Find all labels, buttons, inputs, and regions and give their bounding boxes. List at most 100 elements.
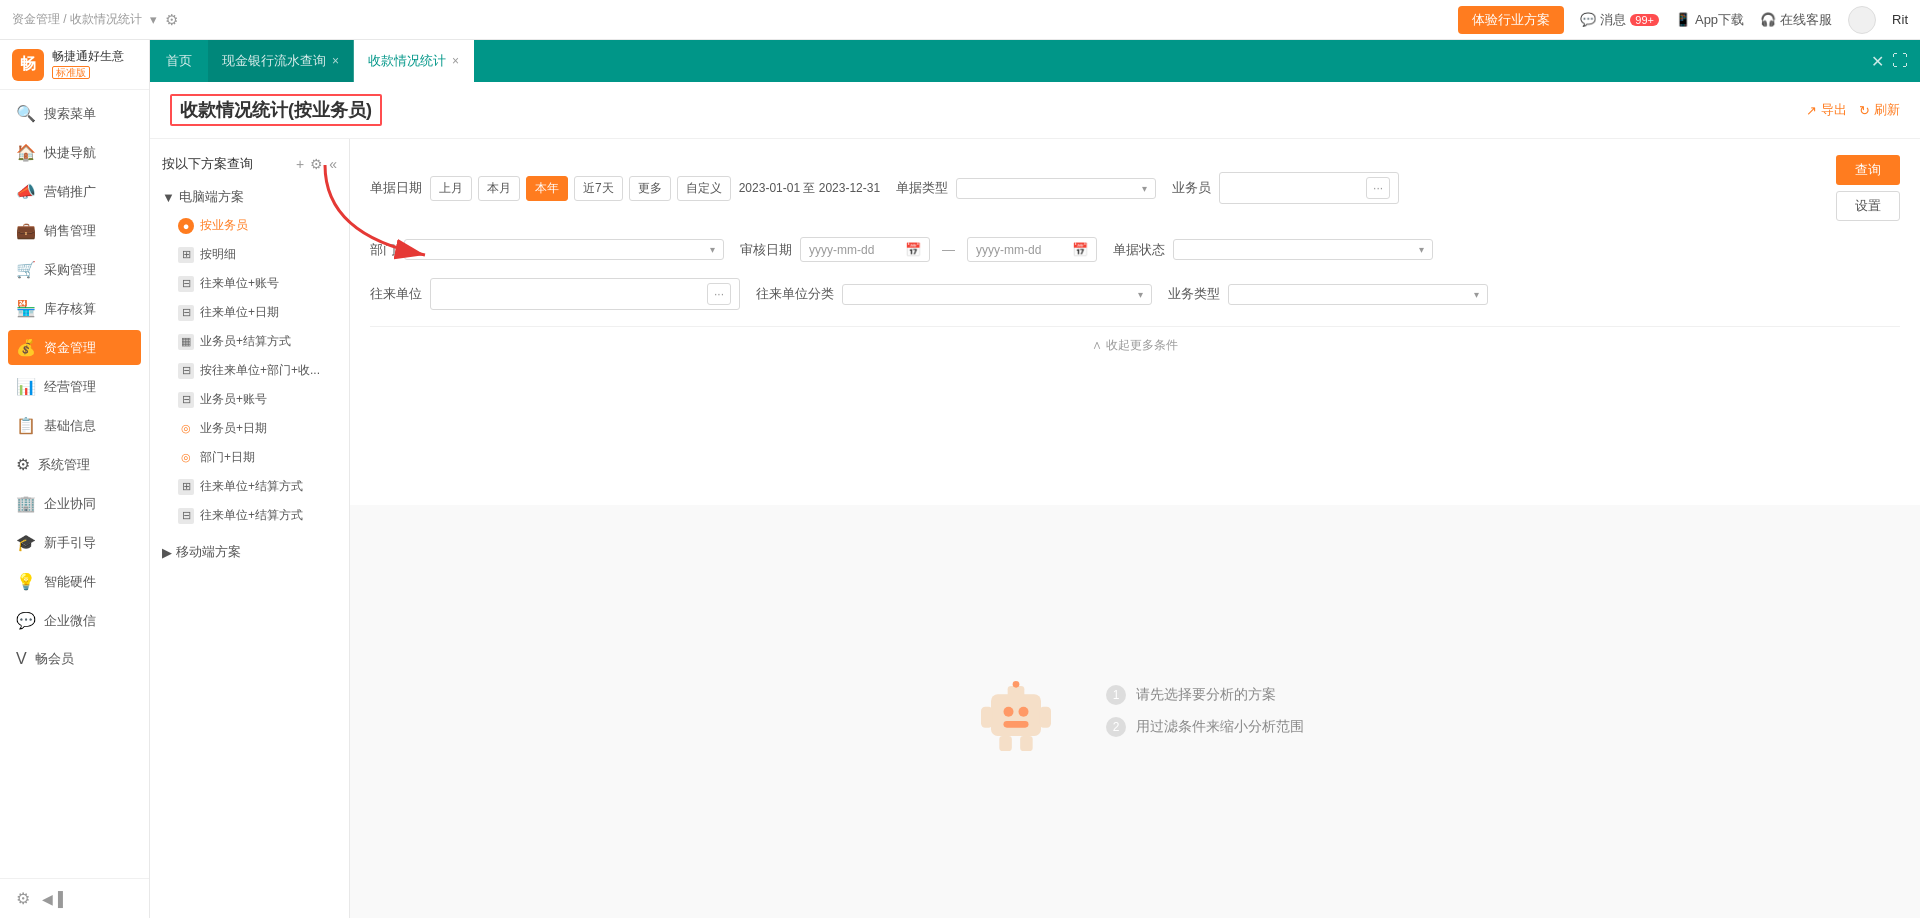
query-button[interactable]: 查询	[1836, 155, 1900, 185]
sidebar-item-shortcut[interactable]: 🏠 快捷导航	[0, 133, 149, 172]
app-download-item[interactable]: 📱 App下载	[1675, 11, 1744, 29]
scheme-item-salesman-payment[interactable]: ▦ 业务员+结算方式	[150, 327, 349, 356]
sidebar-item-marketing[interactable]: 📣 营销推广	[0, 172, 149, 211]
scheme-header: 按以下方案查询 + ⚙ «	[150, 149, 349, 179]
tree-section-mobile: ▶ 移动端方案	[150, 534, 349, 570]
settings-icon[interactable]: ⚙	[165, 11, 178, 29]
tab-collection-close[interactable]: ×	[452, 54, 459, 68]
export-button[interactable]: ↗ 导出	[1806, 101, 1847, 119]
salesman-more[interactable]: ···	[1366, 177, 1390, 199]
scheme-item-unit-payment2[interactable]: ⊟ 往来单位+结算方式	[150, 501, 349, 530]
page-content: 收款情况统计(按业务员) ↗ 导出 ↻ 刷新 按以下	[150, 82, 1920, 918]
scheme-item-dept-date[interactable]: ◎ 部门+日期	[150, 443, 349, 472]
tab-collection[interactable]: 收款情况统计 ×	[354, 40, 474, 82]
calendar-end-icon[interactable]: 📅	[1072, 242, 1088, 257]
tab-bar: 首页 现金银行流水查询 × 收款情况统计 × ✕ ⛶	[150, 40, 1920, 82]
sidebar-bottom: ⚙ ◀▐	[0, 878, 149, 918]
settings-bottom-icon[interactable]: ⚙	[16, 889, 30, 908]
tab-maximize-icon[interactable]: ⛶	[1892, 52, 1908, 70]
review-date-end-input[interactable]: yyyy-mm-dd 📅	[967, 237, 1097, 262]
filter-business-type: 业务类型 ▾	[1168, 284, 1488, 305]
date-btn-more[interactable]: 更多	[629, 176, 671, 201]
date-btn-this-month[interactable]: 本月	[478, 176, 520, 201]
scheme-item-unit-payment1[interactable]: ⊞ 往来单位+结算方式	[150, 472, 349, 501]
scheme-item-salesman-date[interactable]: ◎ 业务员+日期	[150, 414, 349, 443]
salesman-select[interactable]: ···	[1219, 172, 1399, 204]
filter-row-3: 往来单位 ··· 往来单位分类 ▾	[370, 278, 1900, 310]
scheme-item-unit-dept[interactable]: ⊟ 按往来单位+部门+收...	[150, 356, 349, 385]
main-layout: 畅 畅捷通好生意 标准版 🔍 搜索菜单 🏠 快捷导航 📣 营销推广 💼 销售管理	[0, 40, 1920, 918]
refresh-button[interactable]: ↻ 刷新	[1859, 101, 1900, 119]
breadcrumb: 资金管理 / 收款情况统计	[12, 11, 142, 28]
scheme-icon-dept-date: ◎	[178, 450, 194, 466]
page-header-actions: ↗ 导出 ↻ 刷新	[1806, 101, 1900, 119]
user-name: Rit	[1892, 12, 1908, 27]
app-icon: 📱	[1675, 12, 1691, 27]
filter-row-1: 单据日期 上月 本月 本年 近7天 更多 自定义 2023-01-01 至 20…	[370, 155, 1900, 221]
calendar-start-icon[interactable]: 📅	[905, 242, 921, 257]
scheme-item-unit-date[interactable]: ⊟ 往来单位+日期	[150, 298, 349, 327]
record-status-arrow: ▾	[1419, 244, 1424, 255]
sidebar-item-newbie[interactable]: 🎓 新手引导	[0, 523, 149, 562]
sidebar-item-basics[interactable]: 📋 基础信息	[0, 406, 149, 445]
breadcrumb-dropdown-icon[interactable]: ▾	[150, 12, 157, 27]
sidebar-item-member[interactable]: V 畅会员	[0, 640, 149, 678]
date-btn-last-month[interactable]: 上月	[430, 176, 472, 201]
counterparty-more[interactable]: ···	[707, 283, 731, 305]
review-date-start-text: yyyy-mm-dd	[809, 243, 901, 257]
setting-button[interactable]: 设置	[1836, 191, 1900, 221]
svg-rect-8	[999, 736, 1012, 751]
search-icon: 🔍	[16, 104, 36, 123]
tab-cashflow[interactable]: 现金银行流水查询 ×	[208, 40, 354, 82]
sidebar-item-purchase[interactable]: 🛒 采购管理	[0, 250, 149, 289]
scheme-setting-icon[interactable]: ⚙	[310, 156, 323, 172]
user-avatar[interactable]	[1848, 6, 1876, 34]
sidebar-item-wechat[interactable]: 💬 企业微信	[0, 601, 149, 640]
sidebar-item-system[interactable]: ⚙ 系统管理	[0, 445, 149, 484]
tab-cashflow-close[interactable]: ×	[332, 54, 339, 68]
collapse-bar[interactable]: ∧ 收起更多条件	[370, 326, 1900, 364]
scheme-item-detail[interactable]: ⊞ 按明细	[150, 240, 349, 269]
date-btn-custom[interactable]: 自定义	[677, 176, 731, 201]
sidebar-item-finance[interactable]: 💰 资金管理	[8, 330, 141, 365]
trial-button[interactable]: 体验行业方案	[1458, 6, 1564, 34]
sidebar-item-business[interactable]: 📊 经营管理	[0, 367, 149, 406]
scheme-item-salesman-account[interactable]: ⊟ 业务员+账号	[150, 385, 349, 414]
tab-home[interactable]: 首页	[150, 40, 208, 82]
sidebar-item-search[interactable]: 🔍 搜索菜单	[0, 94, 149, 133]
scheme-add-icon[interactable]: +	[296, 156, 304, 172]
sidebar-item-enterprise[interactable]: 🏢 企业协同	[0, 484, 149, 523]
tab-close-all-icon[interactable]: ✕	[1871, 52, 1884, 71]
counterparty-select[interactable]: ···	[430, 278, 740, 310]
scheme-icon-unit-payment1: ⊞	[178, 479, 194, 495]
scheme-icon-unit-date: ⊟	[178, 305, 194, 321]
record-type-select[interactable]: ▾	[956, 178, 1156, 199]
svg-rect-9	[1020, 736, 1032, 751]
export-icon: ↗	[1806, 103, 1817, 118]
tree-section-pc-header[interactable]: ▼ 电脑端方案	[150, 183, 349, 211]
scheme-collapse-icon[interactable]: «	[329, 156, 337, 172]
scheme-item-unit-account[interactable]: ⊟ 往来单位+账号	[150, 269, 349, 298]
filter-record-status: 单据状态 ▾	[1113, 239, 1433, 260]
business-type-select[interactable]: ▾	[1228, 284, 1488, 305]
record-status-select[interactable]: ▾	[1173, 239, 1433, 260]
date-btn-this-year[interactable]: 本年	[526, 176, 568, 201]
department-label: 部门	[370, 241, 396, 259]
online-service-item[interactable]: 🎧 在线客服	[1760, 11, 1832, 29]
date-btn-7days[interactable]: 近7天	[574, 176, 623, 201]
logo-name: 畅捷通好生意	[52, 49, 124, 65]
tree-section-mobile-header[interactable]: ▶ 移动端方案	[150, 538, 349, 566]
scheme-item-salesman[interactable]: ● 按业务员	[150, 211, 349, 240]
sidebar-item-hardware[interactable]: 💡 智能硬件	[0, 562, 149, 601]
sidebar-item-inventory[interactable]: 🏪 库存核算	[0, 289, 149, 328]
review-date-start-input[interactable]: yyyy-mm-dd 📅	[800, 237, 930, 262]
counterparty-category-select[interactable]: ▾	[842, 284, 1152, 305]
message-item[interactable]: 💬 消息 99+	[1580, 11, 1659, 29]
sidebar-item-sales[interactable]: 💼 销售管理	[0, 211, 149, 250]
logo-area: 畅 畅捷通好生意 标准版	[0, 40, 149, 90]
scheme-icon-salesman-payment: ▦	[178, 334, 194, 350]
department-select[interactable]: ▾	[404, 239, 724, 260]
collapse-sidebar-icon[interactable]: ◀▐	[42, 891, 63, 907]
sales-icon: 💼	[16, 221, 36, 240]
record-type-arrow: ▾	[1142, 183, 1147, 194]
